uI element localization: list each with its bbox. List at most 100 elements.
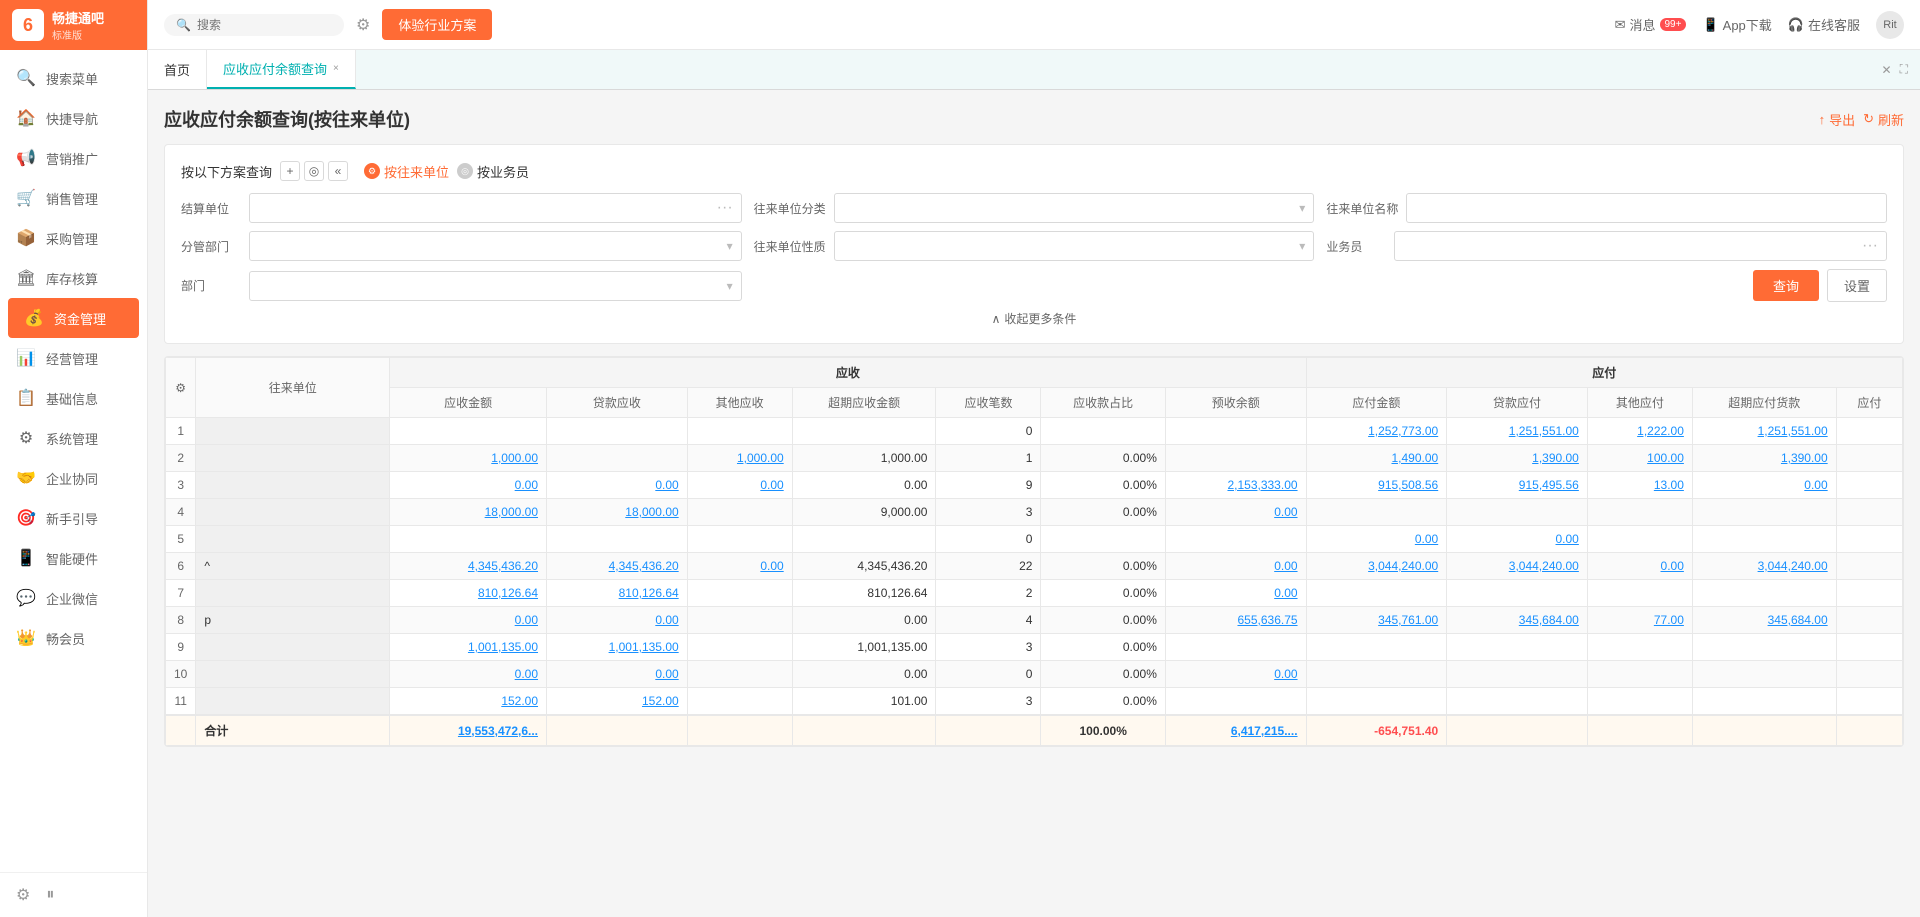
tab-home[interactable]: 首页 xyxy=(148,50,207,89)
online-service-action[interactable]: 🎧 在线客服 xyxy=(1788,15,1860,34)
table-cell[interactable]: 0.00 xyxy=(1165,661,1306,688)
col-settings-icon[interactable]: ⚙ xyxy=(175,381,186,395)
sidebar-item-enterprise-wechat[interactable]: 💬 企业微信 xyxy=(0,578,147,618)
table-cell[interactable]: 345,761.00 xyxy=(1306,607,1447,634)
scheme-collapse-btn[interactable]: « xyxy=(328,161,348,181)
table-cell[interactable]: 0.00 xyxy=(1165,553,1306,580)
table-cell[interactable]: 345,684.00 xyxy=(1447,607,1588,634)
sidebar-item-inventory[interactable]: 🏛 库存核算 xyxy=(0,258,147,298)
message-action[interactable]: ✉ 消息 99+ xyxy=(1615,15,1687,34)
settlement-unit-input[interactable]: ··· xyxy=(249,193,742,223)
table-cell[interactable]: 915,495.56 xyxy=(1447,472,1588,499)
table-cell[interactable]: 18,000.00 xyxy=(547,499,688,526)
app-download-action[interactable]: 📱 App下载 xyxy=(1702,15,1771,34)
table-cell[interactable]: 1,252,773.00 xyxy=(1306,418,1447,445)
table-cell[interactable]: 0.00 xyxy=(547,661,688,688)
table-cell[interactable]: 1,000.00 xyxy=(390,445,547,472)
table-cell[interactable]: 915,508.56 xyxy=(1306,472,1447,499)
table-cell[interactable]: 1,001,135.00 xyxy=(547,634,688,661)
table-cell[interactable]: 152.00 xyxy=(390,688,547,716)
sidebar-item-search-menu[interactable]: 🔍 搜索菜单 xyxy=(0,58,147,98)
sidebar-item-basic-info[interactable]: 📋 基础信息 xyxy=(0,378,147,418)
sidebar-item-system[interactable]: ⚙ 系统管理 xyxy=(0,418,147,458)
sidebar-item-enterprise-collab[interactable]: 🤝 企业协同 xyxy=(0,458,147,498)
tab-ar-query[interactable]: 应收应付余额查询 × xyxy=(207,50,356,89)
table-cell[interactable]: 0.00 xyxy=(547,472,688,499)
sidebar-item-purchase[interactable]: 📦 采购管理 xyxy=(0,218,147,258)
table-cell[interactable]: 0.00 xyxy=(1165,499,1306,526)
search-input[interactable] xyxy=(197,18,317,32)
table-cell[interactable]: 655,636.75 xyxy=(1165,607,1306,634)
table-cell[interactable]: 0.00 xyxy=(687,553,792,580)
table-cell[interactable]: 4,345,436.20 xyxy=(547,553,688,580)
table-cell[interactable]: 0.00 xyxy=(390,472,547,499)
table-cell[interactable]: 18,000.00 xyxy=(390,499,547,526)
sidebar-item-operations[interactable]: 📊 经营管理 xyxy=(0,338,147,378)
sidebar-item-marketing[interactable]: 📢 营销推广 xyxy=(0,138,147,178)
sidebar-item-guide[interactable]: 🎯 新手引导 xyxy=(0,498,147,538)
user-avatar[interactable]: Rit xyxy=(1876,11,1904,39)
table-cell[interactable]: 3,044,240.00 xyxy=(1692,553,1836,580)
table-cell[interactable]: 1,222.00 xyxy=(1587,418,1692,445)
footer-ar-total[interactable]: 19,553,472,6... xyxy=(390,715,547,746)
tab-close-icon[interactable]: × xyxy=(333,63,339,74)
export-btn[interactable]: ↑ 导出 xyxy=(1819,110,1856,129)
table-cell[interactable]: 1,390.00 xyxy=(1447,445,1588,472)
collapse-sidebar-icon[interactable]: ⏸ xyxy=(46,886,54,904)
sidebar-item-sales[interactable]: 🛒 销售管理 xyxy=(0,178,147,218)
settings-btn[interactable]: 设置 xyxy=(1827,269,1887,302)
table-cell[interactable]: 100.00 xyxy=(1587,445,1692,472)
table-cell[interactable]: 0.00 xyxy=(1306,526,1447,553)
table-cell[interactable]: 0.00 xyxy=(547,607,688,634)
table-cell[interactable]: 152.00 xyxy=(547,688,688,716)
table-cell[interactable]: 810,126.64 xyxy=(547,580,688,607)
sidebar-item-member[interactable]: 👑 畅会员 xyxy=(0,618,147,658)
table-cell[interactable]: 2,153,333.00 xyxy=(1165,472,1306,499)
refresh-btn[interactable]: ↻ 刷新 xyxy=(1863,110,1904,129)
footer-advance[interactable]: 6,417,215.... xyxy=(1165,715,1306,746)
scheme-option-partner[interactable]: ⚙ 按往来单位 xyxy=(364,162,449,181)
department-input[interactable]: ▾ xyxy=(249,231,742,261)
table-cell[interactable]: 13.00 xyxy=(1587,472,1692,499)
tab-close-window-icon[interactable]: ✕ xyxy=(1882,63,1892,77)
table-cell[interactable]: 77.00 xyxy=(1587,607,1692,634)
table-cell[interactable]: 345,684.00 xyxy=(1692,607,1836,634)
tab-expand-icon[interactable]: ⛶ xyxy=(1900,62,1908,77)
header-search[interactable]: 🔍 xyxy=(164,14,344,36)
scheme-edit-btn[interactable]: ◎ xyxy=(304,161,324,181)
partner-name-input[interactable] xyxy=(1406,193,1887,223)
table-cell xyxy=(1587,580,1692,607)
table-cell[interactable]: 4,345,436.20 xyxy=(390,553,547,580)
query-btn[interactable]: 查询 xyxy=(1753,270,1819,301)
table-cell[interactable]: 1,251,551.00 xyxy=(1692,418,1836,445)
salesman-input[interactable]: ··· xyxy=(1394,231,1887,261)
collapse-btn[interactable]: ∧ 收起更多条件 xyxy=(992,310,1077,327)
partner-category-input[interactable]: ▾ xyxy=(834,193,1315,223)
table-cell[interactable]: 0.00 xyxy=(1587,553,1692,580)
table-cell[interactable]: 0.00 xyxy=(1447,526,1588,553)
table-cell[interactable]: 1,000.00 xyxy=(687,445,792,472)
scheme-option-salesman[interactable]: ◎ 按业务员 xyxy=(457,162,529,181)
table-cell[interactable]: 0.00 xyxy=(390,661,547,688)
table-cell[interactable]: 0.00 xyxy=(1692,472,1836,499)
table-cell[interactable]: 0.00 xyxy=(687,472,792,499)
table-cell[interactable]: 3,044,240.00 xyxy=(1306,553,1447,580)
sidebar-item-smart-hardware[interactable]: 📱 智能硬件 xyxy=(0,538,147,578)
settings-bottom-icon[interactable]: ⚙ xyxy=(16,885,30,905)
table-cell[interactable]: 0.00 xyxy=(1165,580,1306,607)
sidebar-item-quick-nav[interactable]: 🏠 快捷导航 xyxy=(0,98,147,138)
scheme-add-btn[interactable]: + xyxy=(280,161,300,181)
table-cell[interactable]: 0.00 xyxy=(390,607,547,634)
table-cell[interactable]: 1,001,135.00 xyxy=(390,634,547,661)
settings-icon[interactable]: ⚙ xyxy=(356,15,370,35)
trial-btn[interactable]: 体验行业方案 xyxy=(382,9,492,40)
col-settings-header[interactable]: ⚙ xyxy=(166,358,196,418)
table-cell[interactable]: 810,126.64 xyxy=(390,580,547,607)
table-cell[interactable]: 1,251,551.00 xyxy=(1447,418,1588,445)
dept-input[interactable]: ▾ xyxy=(249,271,742,301)
table-cell[interactable]: 1,490.00 xyxy=(1306,445,1447,472)
table-cell[interactable]: 3,044,240.00 xyxy=(1447,553,1588,580)
table-cell[interactable]: 1,390.00 xyxy=(1692,445,1836,472)
partner-nature-input[interactable]: ▾ xyxy=(834,231,1315,261)
sidebar-item-funds[interactable]: 💰 资金管理 xyxy=(8,298,139,338)
